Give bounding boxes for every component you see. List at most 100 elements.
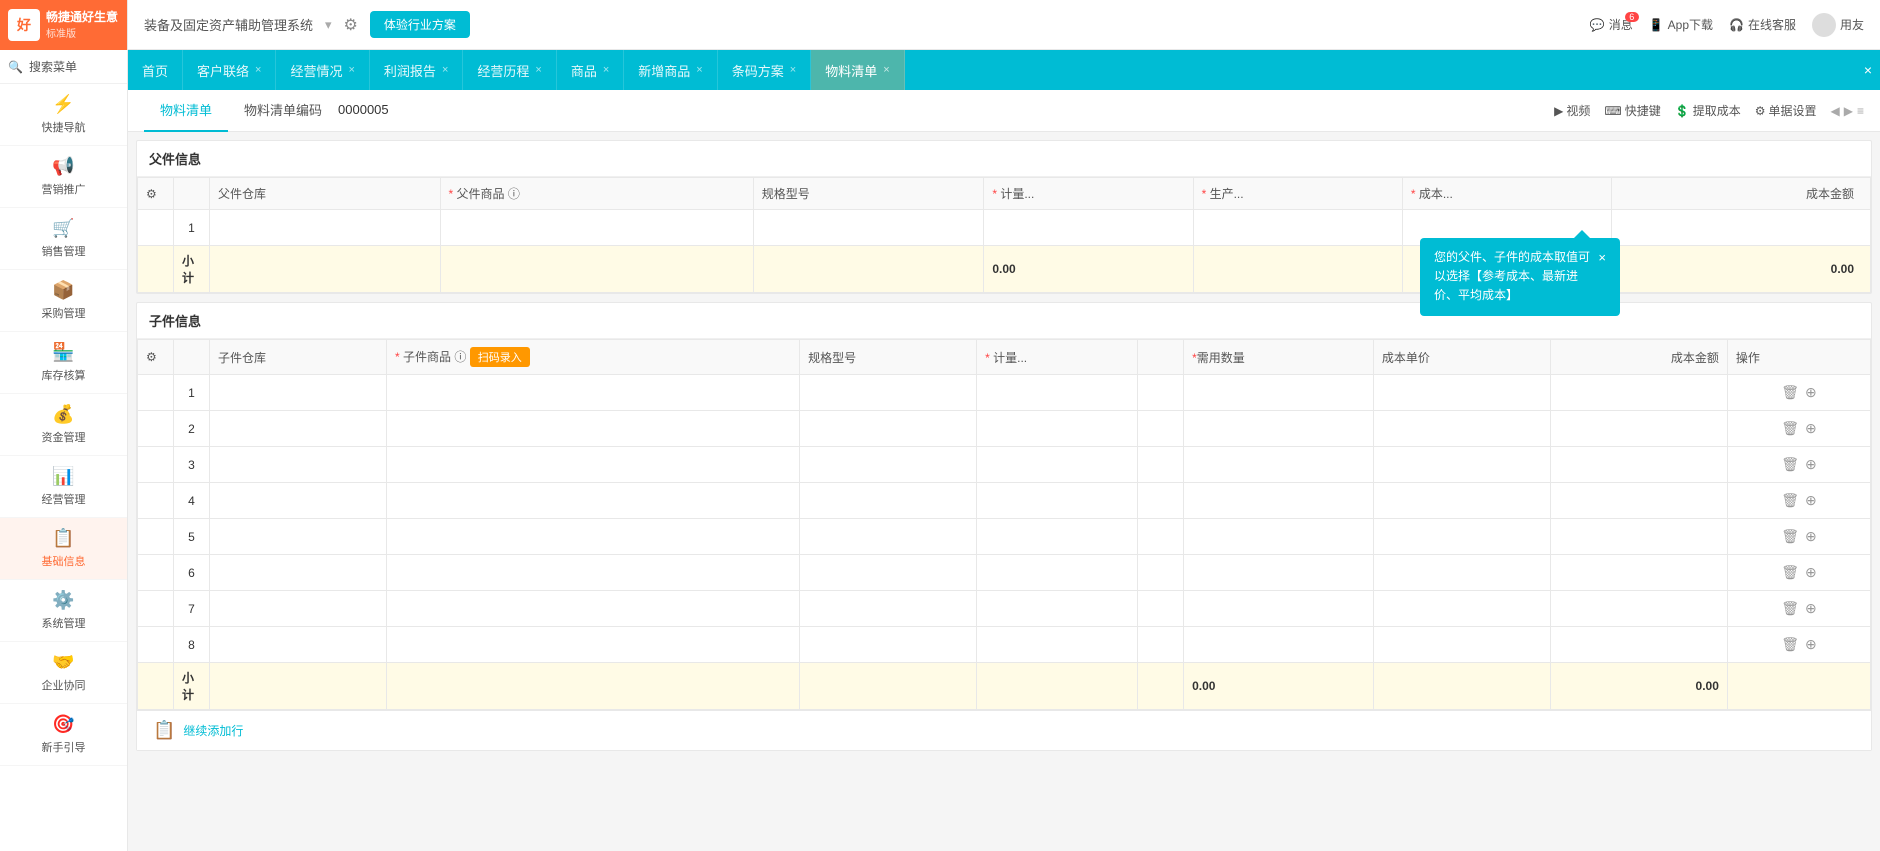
child-unit-cell[interactable] bbox=[977, 519, 1138, 555]
tab-goods[interactable]: 商品 × bbox=[557, 50, 624, 90]
child-warehouse-cell[interactable] bbox=[210, 555, 387, 591]
child-warehouse-cell[interactable] bbox=[210, 411, 387, 447]
tab-bom[interactable]: 物料清单 × bbox=[811, 50, 904, 90]
sub-tab-bom-list[interactable]: 物料清单 bbox=[144, 90, 228, 132]
th-child-settings[interactable]: ⚙ bbox=[138, 340, 174, 375]
child-unit-cell[interactable] bbox=[977, 627, 1138, 663]
tab-operations-close[interactable]: × bbox=[348, 64, 354, 76]
sidebar-item-inventory[interactable]: 🏪 库存核算 bbox=[0, 332, 127, 394]
child-spec-cell[interactable] bbox=[800, 627, 977, 663]
sidebar-item-operations[interactable]: 📊 经营管理 bbox=[0, 456, 127, 518]
child-spec-cell[interactable] bbox=[800, 483, 977, 519]
online-service-btn[interactable]: 🎧 在线客服 bbox=[1729, 16, 1796, 33]
child-unit-cost-cell[interactable] bbox=[1373, 483, 1550, 519]
child-product-cell[interactable] bbox=[387, 447, 800, 483]
child-unit-cell[interactable] bbox=[977, 447, 1138, 483]
child-product-cell[interactable] bbox=[387, 483, 800, 519]
add-row-text[interactable]: 继续添加行 bbox=[183, 722, 243, 739]
th-settings[interactable]: ⚙ bbox=[138, 178, 174, 210]
tab-goods-close[interactable]: × bbox=[603, 64, 609, 76]
copy-icon[interactable]: ⊕ bbox=[1805, 456, 1817, 473]
tab-customers-close[interactable]: × bbox=[255, 64, 261, 76]
child-warehouse-cell[interactable] bbox=[210, 591, 387, 627]
child-unit-cost-cell[interactable] bbox=[1373, 627, 1550, 663]
delete-icon[interactable]: 🗑 bbox=[1781, 636, 1799, 653]
sidebar-item-enterprise[interactable]: 🤝 企业协同 bbox=[0, 642, 127, 704]
parent-warehouse-cell[interactable] bbox=[210, 210, 441, 246]
nav-tabs-end[interactable]: × bbox=[1856, 50, 1880, 90]
child-warehouse-cell[interactable] bbox=[210, 375, 387, 411]
tab-process[interactable]: 经营历程 × bbox=[463, 50, 556, 90]
child-spec-cell[interactable] bbox=[800, 555, 977, 591]
child-spec-cell[interactable] bbox=[800, 411, 977, 447]
doc-settings-btn[interactable]: ⚙ 单据设置 bbox=[1755, 102, 1817, 119]
child-unit-cost-cell[interactable] bbox=[1373, 375, 1550, 411]
app-download-btn[interactable]: 📱 App下载 bbox=[1649, 16, 1713, 33]
copy-icon[interactable]: ⊕ bbox=[1805, 600, 1817, 617]
child-quantity-cell[interactable] bbox=[1184, 411, 1374, 447]
tab-new-goods-close[interactable]: × bbox=[696, 64, 702, 76]
tab-profit-close[interactable]: × bbox=[442, 64, 448, 76]
child-product-cell[interactable] bbox=[387, 591, 800, 627]
view-btn[interactable]: ▶ 视频 bbox=[1554, 102, 1590, 119]
parent-production-cell[interactable] bbox=[1193, 210, 1402, 246]
prev-arrow[interactable]: ◀ bbox=[1831, 104, 1840, 118]
child-unit-cell[interactable] bbox=[977, 555, 1138, 591]
child-quantity-cell[interactable] bbox=[1184, 375, 1374, 411]
child-product-cell[interactable] bbox=[387, 411, 800, 447]
child-unit-cell[interactable] bbox=[977, 375, 1138, 411]
close-all-icon[interactable]: × bbox=[1864, 62, 1872, 78]
delete-icon[interactable]: 🗑 bbox=[1781, 564, 1799, 581]
tab-bom-close[interactable]: × bbox=[883, 64, 889, 76]
child-spec-cell[interactable] bbox=[800, 519, 977, 555]
child-quantity-cell[interactable] bbox=[1184, 627, 1374, 663]
child-product-cell[interactable] bbox=[387, 627, 800, 663]
tab-profit[interactable]: 利润报告 × bbox=[370, 50, 463, 90]
sidebar-item-system[interactable]: ⚙️ 系统管理 bbox=[0, 580, 127, 642]
tab-home[interactable]: 首页 bbox=[128, 50, 183, 90]
messages-btn[interactable]: 💬 消息 6 bbox=[1590, 16, 1633, 33]
settings-icon[interactable]: ⚙ bbox=[344, 15, 358, 35]
shortcut-btn[interactable]: ⌨ 快捷键 bbox=[1604, 102, 1660, 119]
tab-operations-status[interactable]: 经营情况 × bbox=[276, 50, 369, 90]
delete-icon[interactable]: 🗑 bbox=[1781, 600, 1799, 617]
child-unit-cost-cell[interactable] bbox=[1373, 555, 1550, 591]
child-unit-cost-cell[interactable] bbox=[1373, 519, 1550, 555]
parent-spec-cell[interactable] bbox=[753, 210, 984, 246]
sidebar-item-guide[interactable]: 🎯 新手引导 bbox=[0, 704, 127, 766]
copy-icon[interactable]: ⊕ bbox=[1805, 492, 1817, 509]
delete-icon[interactable]: 🗑 bbox=[1781, 456, 1799, 473]
list-icon[interactable]: ≡ bbox=[1857, 104, 1864, 118]
sub-tab-bom-code[interactable]: 物料清单编码 0000005 bbox=[228, 90, 405, 132]
extract-cost-btn[interactable]: 💲 提取成本 bbox=[1675, 102, 1741, 119]
child-unit-cell[interactable] bbox=[977, 591, 1138, 627]
delete-icon[interactable]: 🗑 bbox=[1781, 528, 1799, 545]
next-arrow[interactable]: ▶ bbox=[1844, 104, 1853, 118]
child-unit-cell[interactable] bbox=[977, 411, 1138, 447]
sidebar-item-quick-nav[interactable]: ⚡ 快捷导航 bbox=[0, 84, 127, 146]
child-quantity-cell[interactable] bbox=[1184, 447, 1374, 483]
parent-unit-cell[interactable] bbox=[984, 210, 1193, 246]
child-warehouse-cell[interactable] bbox=[210, 627, 387, 663]
tab-new-goods[interactable]: 新增商品 × bbox=[624, 50, 717, 90]
child-warehouse-cell[interactable] bbox=[210, 447, 387, 483]
child-quantity-cell[interactable] bbox=[1184, 483, 1374, 519]
child-unit-cost-cell[interactable] bbox=[1373, 411, 1550, 447]
user-menu[interactable]: 用友 bbox=[1812, 13, 1864, 37]
child-unit-cell[interactable] bbox=[977, 483, 1138, 519]
sidebar-item-finance[interactable]: 💰 资金管理 bbox=[0, 394, 127, 456]
child-unit-cost-cell[interactable] bbox=[1373, 447, 1550, 483]
child-quantity-cell[interactable] bbox=[1184, 519, 1374, 555]
copy-icon[interactable]: ⊕ bbox=[1805, 384, 1817, 401]
tab-customers[interactable]: 客户联络 × bbox=[183, 50, 276, 90]
child-warehouse-cell[interactable] bbox=[210, 519, 387, 555]
child-product-cell[interactable] bbox=[387, 555, 800, 591]
child-unit-cost-cell[interactable] bbox=[1373, 591, 1550, 627]
delete-icon[interactable]: 🗑 bbox=[1781, 492, 1799, 509]
child-spec-cell[interactable] bbox=[800, 447, 977, 483]
child-quantity-cell[interactable] bbox=[1184, 555, 1374, 591]
delete-icon[interactable]: 🗑 bbox=[1781, 420, 1799, 437]
sidebar-item-marketing[interactable]: 📢 营销推广 bbox=[0, 146, 127, 208]
copy-icon[interactable]: ⊕ bbox=[1805, 420, 1817, 437]
copy-icon[interactable]: ⊕ bbox=[1805, 636, 1817, 653]
